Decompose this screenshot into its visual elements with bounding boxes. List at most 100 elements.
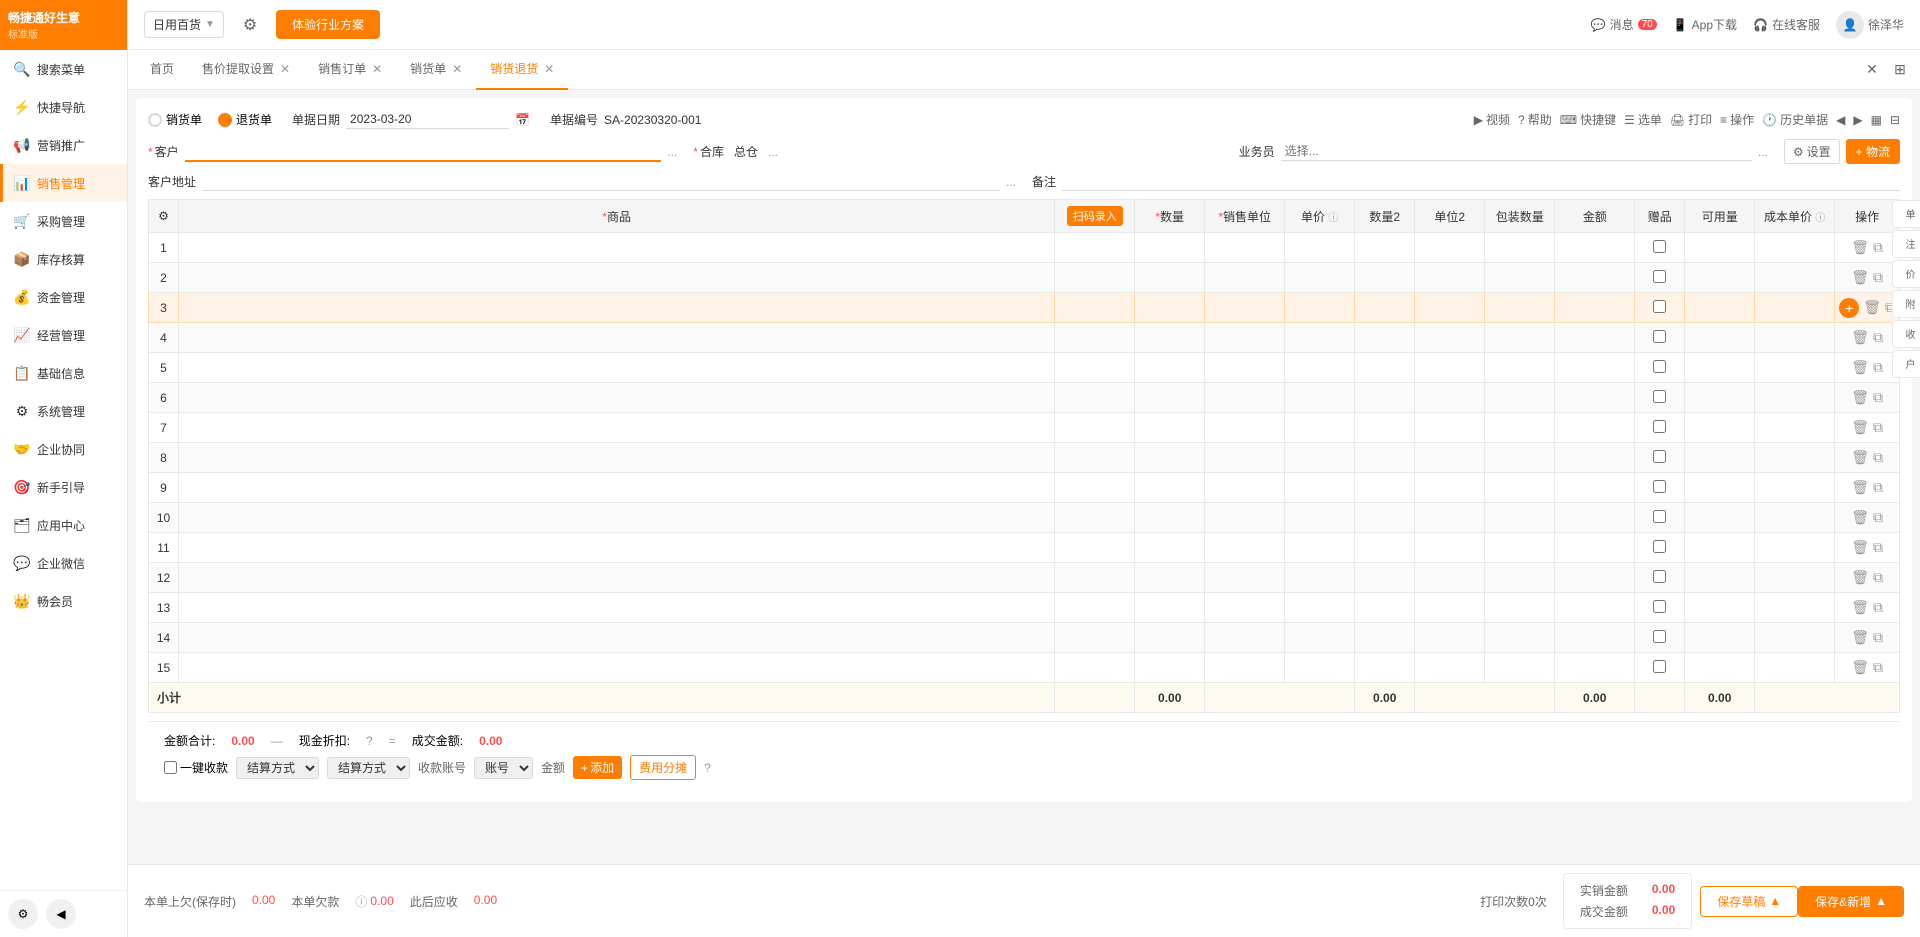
sidebar-collapse-btn[interactable]: ◀ <box>46 899 76 929</box>
select-bill-btn[interactable]: ☰ 选单 <box>1624 111 1662 128</box>
gift-checkbox-13[interactable] <box>1653 600 1666 613</box>
sidebar-settings-btn[interactable]: ⚙ <box>8 899 38 929</box>
price-cell-13[interactable] <box>1285 593 1355 623</box>
unit-cell-7[interactable] <box>1205 413 1285 443</box>
salesperson-dots[interactable]: ... <box>1758 145 1768 159</box>
sidebar-item-1[interactable]: ⚡ 快捷导航 <box>0 88 127 126</box>
pack-cell-5[interactable] <box>1485 353 1555 383</box>
pack-cell-8[interactable] <box>1485 443 1555 473</box>
pack-cell-11[interactable] <box>1485 533 1555 563</box>
tab-close-all-btn[interactable]: ✕ <box>1860 58 1884 82</box>
qty-cell-8[interactable] <box>1135 443 1205 473</box>
history-btn[interactable]: 🕐 历史单据 <box>1762 111 1828 128</box>
th-settings[interactable]: ⚙ <box>149 200 179 233</box>
qty2-cell-9[interactable] <box>1355 473 1415 503</box>
sidebar-item-2[interactable]: 📢 营销推广 <box>0 126 127 164</box>
sidebar-item-14[interactable]: 👑 畅会员 <box>0 582 127 620</box>
split-btn[interactable]: 费用分摊 <box>630 755 696 780</box>
sidebar-item-12[interactable]: 🗂 应用中心 <box>0 506 127 544</box>
tab-3[interactable]: 销货单✕ <box>396 50 476 90</box>
qty-cell-10[interactable] <box>1135 503 1205 533</box>
qty2-cell-11[interactable] <box>1355 533 1415 563</box>
settlement-select[interactable]: 结算方式 <box>236 757 319 779</box>
pack-cell-13[interactable] <box>1485 593 1555 623</box>
gift-checkbox-1[interactable] <box>1653 240 1666 253</box>
radio-sale[interactable]: 销货单 <box>148 111 202 128</box>
amount-cell-11[interactable] <box>1555 533 1635 563</box>
sidebar-item-10[interactable]: 🤝 企业协同 <box>0 430 127 468</box>
product-cell-6[interactable] <box>179 383 1055 413</box>
topbar-gear-btn[interactable]: ⚙ <box>236 11 264 39</box>
qty-cell-2[interactable] <box>1135 263 1205 293</box>
pack-cell-10[interactable] <box>1485 503 1555 533</box>
pack-cell-12[interactable] <box>1485 563 1555 593</box>
add-payment-btn[interactable]: + 添加 <box>573 756 622 779</box>
gift-cell-2[interactable] <box>1635 263 1685 293</box>
side-btn-customer[interactable]: 户 <box>1892 350 1920 378</box>
split-help-icon[interactable]: ? <box>704 761 711 775</box>
unit-cell-13[interactable] <box>1205 593 1285 623</box>
gift-cell-3[interactable] <box>1635 293 1685 323</box>
side-btn-note[interactable]: 单 <box>1892 200 1920 228</box>
copy-row-btn-14[interactable]: ⧉ <box>1873 629 1883 646</box>
price-cell-8[interactable] <box>1285 443 1355 473</box>
qty2-cell-10[interactable] <box>1355 503 1415 533</box>
gift-cell-6[interactable] <box>1635 383 1685 413</box>
nav-prev-btn[interactable]: ◀ <box>1836 113 1845 127</box>
gift-checkbox-7[interactable] <box>1653 420 1666 433</box>
qty-cell-12[interactable] <box>1135 563 1205 593</box>
product-input-active[interactable] <box>183 301 1050 315</box>
delete-row-btn-10[interactable]: 🗑 <box>1851 509 1869 526</box>
save-new-btn[interactable]: 保存&新增 ▲ <box>1798 886 1904 917</box>
user-profile-btn[interactable]: 👤 徐泽华 <box>1836 11 1904 39</box>
gift-cell-4[interactable] <box>1635 323 1685 353</box>
gift-cell-11[interactable] <box>1635 533 1685 563</box>
amount-cell-6[interactable] <box>1555 383 1635 413</box>
copy-row-btn-5[interactable]: ⧉ <box>1873 359 1883 376</box>
gift-cell-5[interactable] <box>1635 353 1685 383</box>
product-cell-2[interactable] <box>179 263 1055 293</box>
qty-cell-4[interactable] <box>1135 323 1205 353</box>
discount-help-icon[interactable]: ? <box>366 734 373 748</box>
one-click-pay-checkbox[interactable]: 一键收款 <box>164 759 228 776</box>
sidebar-item-6[interactable]: 💰 资金管理 <box>0 278 127 316</box>
one-click-pay-input[interactable] <box>164 761 177 774</box>
product-cell-7[interactable] <box>179 413 1055 443</box>
amount-cell-10[interactable] <box>1555 503 1635 533</box>
customer-input[interactable] <box>185 142 662 162</box>
add-row-btn[interactable]: + <box>1839 298 1859 318</box>
shortcut-btn[interactable]: ⌨ 快捷键 <box>1560 111 1616 128</box>
amount-cell-1[interactable] <box>1555 233 1635 263</box>
qty-cell-15[interactable] <box>1135 653 1205 683</box>
amount-cell-8[interactable] <box>1555 443 1635 473</box>
unit-cell-11[interactable] <box>1205 533 1285 563</box>
help-btn[interactable]: ? 帮助 <box>1518 111 1552 128</box>
price-cell-12[interactable] <box>1285 563 1355 593</box>
amount-cell-5[interactable] <box>1555 353 1635 383</box>
unit-cell-6[interactable] <box>1205 383 1285 413</box>
qty-cell-11[interactable] <box>1135 533 1205 563</box>
online-service-btn[interactable]: 🎧 在线客服 <box>1753 16 1820 33</box>
price-cell-7[interactable] <box>1285 413 1355 443</box>
qty-cell-5[interactable] <box>1135 353 1205 383</box>
calendar-icon[interactable]: 📅 <box>515 113 530 127</box>
price-cell-11[interactable] <box>1285 533 1355 563</box>
pack-cell-3[interactable] <box>1485 293 1555 323</box>
copy-row-btn-2[interactable]: ⧉ <box>1873 269 1883 286</box>
tab-2[interactable]: 销售订单✕ <box>304 50 396 90</box>
product-cell-15[interactable] <box>179 653 1055 683</box>
side-btn-comment[interactable]: 注 <box>1892 230 1920 258</box>
product-cell-9[interactable] <box>179 473 1055 503</box>
copy-row-btn-13[interactable]: ⧉ <box>1873 599 1883 616</box>
date-input[interactable] <box>346 110 509 129</box>
delete-row-btn-4[interactable]: 🗑 <box>1851 329 1869 346</box>
unit-cell-5[interactable] <box>1205 353 1285 383</box>
gift-checkbox-15[interactable] <box>1653 660 1666 673</box>
gift-checkbox-2[interactable] <box>1653 270 1666 283</box>
price-cell-1[interactable] <box>1285 233 1355 263</box>
account-select[interactable]: 账号 <box>474 757 533 779</box>
copy-row-btn-15[interactable]: ⧉ <box>1873 659 1883 676</box>
sidebar-item-0[interactable]: 🔍 搜索菜单 <box>0 50 127 88</box>
qty2-cell-15[interactable] <box>1355 653 1415 683</box>
save-draft-btn[interactable]: 保存草稿 ▲ <box>1700 886 1798 917</box>
